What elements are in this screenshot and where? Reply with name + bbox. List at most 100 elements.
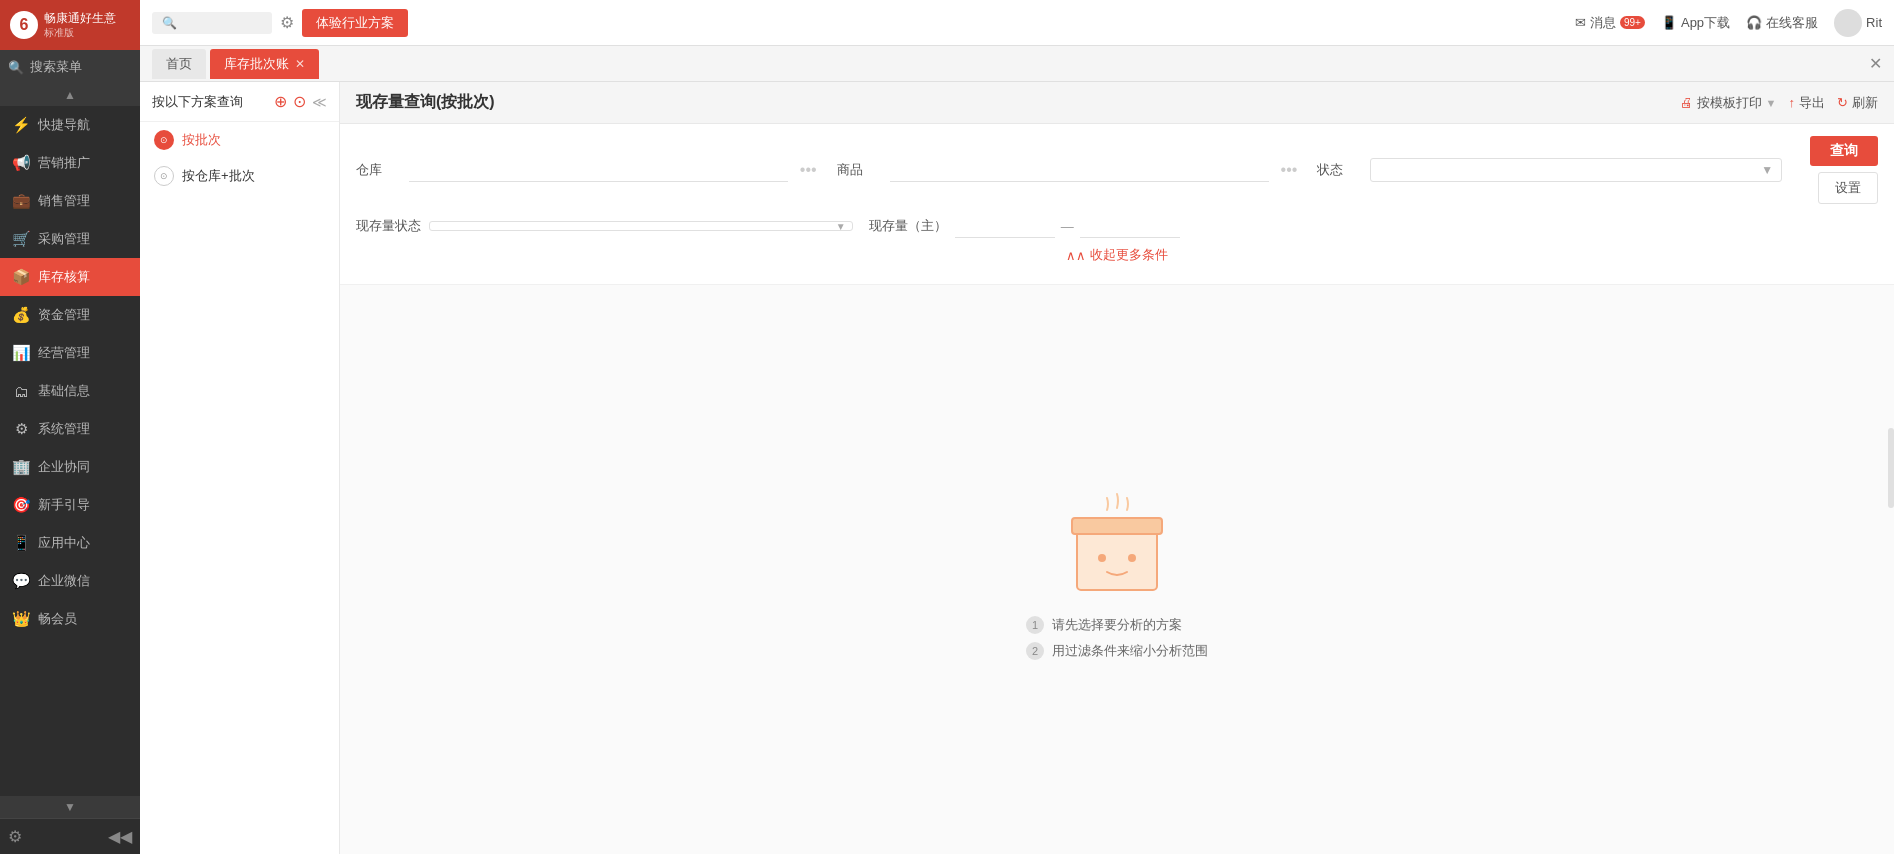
service-icon: 🎧 xyxy=(1746,15,1762,30)
topbar-search-icon: 🔍 xyxy=(162,16,177,30)
warehouse-dots-icon[interactable]: ••• xyxy=(796,161,821,179)
sidebar-item-wechat[interactable]: 💬 企业微信 xyxy=(0,562,140,600)
inventory-status-select[interactable]: ▼ xyxy=(429,221,853,231)
goods-dots-icon[interactable]: ••• xyxy=(1277,161,1302,179)
sidebar-scroll-down[interactable]: ▼ xyxy=(0,796,140,818)
add-plan-icon[interactable]: ⊕ xyxy=(274,92,287,111)
appstore-icon: 📱 xyxy=(12,534,30,552)
tab-bar-close-icon[interactable]: ✕ xyxy=(1869,54,1882,73)
app-download-item[interactable]: 📱 App下载 xyxy=(1661,14,1730,32)
sidebar-item-system[interactable]: ⚙ 系统管理 xyxy=(0,410,140,448)
goods-field: 商品 ••• xyxy=(837,158,1302,182)
inventory-qty-label: 现存量（主） xyxy=(869,217,947,235)
collapse-left-icon[interactable]: ≪ xyxy=(312,94,327,110)
right-panel: 现存量查询(按批次) 🖨 按模板打印 ▼ ↑ 导出 ↻ 刷新 xyxy=(340,82,1894,854)
filter-rows: 仓库 ••• 商品 ••• 状态 xyxy=(356,136,1878,238)
refresh-button[interactable]: ↻ 刷新 xyxy=(1837,94,1878,112)
topbar-right: ✉ 消息 99+ 📱 App下载 🎧 在线客服 Rit xyxy=(1575,9,1882,37)
filter-row-1: 仓库 ••• 商品 ••• 状态 xyxy=(356,136,1878,204)
inventory-qty-max[interactable] xyxy=(1080,214,1180,238)
sidebar-header: 6 畅康通好生意 标准版 xyxy=(0,0,140,50)
main-area: 🔍 ⚙ 体验行业方案 ✉ 消息 99+ 📱 App下载 🎧 在线客服 Rit xyxy=(140,0,1894,854)
status-select[interactable]: ▼ xyxy=(1370,158,1782,182)
left-panel-actions: ⊕ ⊙ ≪ xyxy=(274,92,327,111)
filter-fields: 仓库 ••• 商品 ••• 状态 xyxy=(356,136,1878,238)
scroll-indicator[interactable] xyxy=(1888,428,1894,508)
sidebar-item-member[interactable]: 👑 畅会员 xyxy=(0,600,140,638)
enterprise-icon: 🏢 xyxy=(12,458,30,476)
operation-icon: 📊 xyxy=(12,344,30,362)
filter-action-buttons: 查询 设置 xyxy=(1810,136,1878,204)
svg-point-2 xyxy=(1098,554,1106,562)
collapse-filters-button[interactable]: ∧∧ 收起更多条件 xyxy=(356,238,1878,272)
inventory-status-label: 现存量状态 xyxy=(356,217,421,235)
system-icon: ⚙ xyxy=(12,420,30,438)
empty-state: 1 请先选择要分析的方案 2 用过滤条件来缩小分析范围 xyxy=(340,285,1894,854)
sidebar-item-quick-nav[interactable]: ⚡ 快捷导航 xyxy=(0,106,140,144)
inventory-qty-range: — xyxy=(955,214,1366,238)
print-button[interactable]: 🖨 按模板打印 ▼ xyxy=(1680,94,1777,112)
sidebar-item-appstore[interactable]: 📱 应用中心 xyxy=(0,524,140,562)
settings-bottom-icon[interactable]: ⚙ xyxy=(8,827,22,846)
sidebar-search-item[interactable]: 🔍 搜索菜单 xyxy=(0,50,140,84)
settings-button[interactable]: 设置 xyxy=(1818,172,1878,204)
svg-rect-1 xyxy=(1072,518,1162,534)
topbar-gear-icon[interactable]: ⚙ xyxy=(280,13,294,32)
plan-warehouse-batch[interactable]: ⊙ 按仓库+批次 xyxy=(140,158,339,194)
tab-home[interactable]: 首页 xyxy=(152,49,206,79)
collapse-icon: ∧∧ xyxy=(1066,248,1086,263)
topbar-search-box[interactable]: 🔍 xyxy=(152,12,272,34)
sidebar: 6 畅康通好生意 标准版 🔍 搜索菜单 ▲ ⚡ 快捷导航 📢 营销推广 💼 销售… xyxy=(0,0,140,854)
sidebar-item-basic[interactable]: 🗂 基础信息 xyxy=(0,372,140,410)
sidebar-item-marketing[interactable]: 📢 营销推广 xyxy=(0,144,140,182)
user-profile[interactable]: Rit xyxy=(1834,9,1882,37)
page-title: 现存量查询(按批次) xyxy=(356,92,495,113)
tab-bar: 首页 库存批次账 ✕ ✕ xyxy=(140,46,1894,82)
message-item[interactable]: ✉ 消息 99+ xyxy=(1575,14,1645,32)
inventory-qty-min[interactable] xyxy=(955,214,1055,238)
status-dropdown-icon: ▼ xyxy=(1761,163,1773,177)
message-badge: 99+ xyxy=(1620,16,1645,29)
content-area: 按以下方案查询 ⊕ ⊙ ≪ ⊙ 按批次 ⊙ 按仓库+批次 现存量查询(按批次) xyxy=(140,82,1894,854)
newbie-icon: 🎯 xyxy=(12,496,30,514)
filter-area: 仓库 ••• 商品 ••• 状态 xyxy=(340,124,1894,285)
inventory-qty-field: 现存量（主） — xyxy=(869,214,1366,238)
sidebar-item-purchase[interactable]: 🛒 采购管理 xyxy=(0,220,140,258)
export-button[interactable]: ↑ 导出 xyxy=(1789,94,1826,112)
print-dropdown-icon[interactable]: ▼ xyxy=(1766,97,1777,109)
status-label: 状态 xyxy=(1317,161,1362,179)
refresh-icon: ↻ xyxy=(1837,95,1848,110)
export-icon: ↑ xyxy=(1789,95,1796,110)
title-actions: 🖨 按模板打印 ▼ ↑ 导出 ↻ 刷新 xyxy=(1680,94,1878,112)
sidebar-item-finance[interactable]: 💰 资金管理 xyxy=(0,296,140,334)
sidebar-item-inventory[interactable]: 📦 库存核算 xyxy=(0,258,140,296)
hint-num-2: 2 xyxy=(1026,642,1044,660)
sidebar-logo: 6 xyxy=(10,11,38,39)
sidebar-item-operation[interactable]: 📊 经营管理 xyxy=(0,334,140,372)
goods-input[interactable] xyxy=(890,158,1269,182)
tab-close-icon[interactable]: ✕ xyxy=(295,57,305,71)
avatar xyxy=(1834,9,1862,37)
experience-button[interactable]: 体验行业方案 xyxy=(302,9,408,37)
search-icon: 🔍 xyxy=(8,60,24,75)
sidebar-item-sales[interactable]: 💼 销售管理 xyxy=(0,182,140,220)
topbar: 🔍 ⚙ 体验行业方案 ✉ 消息 99+ 📱 App下载 🎧 在线客服 Rit xyxy=(140,0,1894,46)
hint-num-1: 1 xyxy=(1026,616,1044,634)
warehouse-input[interactable] xyxy=(409,158,788,182)
service-item[interactable]: 🎧 在线客服 xyxy=(1746,14,1818,32)
sidebar-bottom: ⚙ ◀◀ xyxy=(0,818,140,854)
plan-batch[interactable]: ⊙ 按批次 xyxy=(140,122,339,158)
sidebar-item-newbie[interactable]: 🎯 新手引导 xyxy=(0,486,140,524)
sidebar-brand: 畅康通好生意 标准版 xyxy=(44,10,116,41)
collapse-sidebar-icon[interactable]: ◀◀ xyxy=(108,827,132,846)
filter-row-2: 现存量状态 ▼ 现存量（主） — xyxy=(356,214,1878,238)
sidebar-nav: ⚡ 快捷导航 📢 营销推广 💼 销售管理 🛒 采购管理 📦 库存核算 💰 资金管… xyxy=(0,106,140,796)
sidebar-item-enterprise[interactable]: 🏢 企业协同 xyxy=(0,448,140,486)
sidebar-scroll-up[interactable]: ▲ xyxy=(0,84,140,106)
empty-hint-2: 2 用过滤条件来缩小分析范围 xyxy=(1026,642,1208,660)
inventory-status-dropdown-icon: ▼ xyxy=(836,221,846,232)
goods-label: 商品 xyxy=(837,161,882,179)
query-button[interactable]: 查询 xyxy=(1810,136,1878,166)
plan-settings-icon[interactable]: ⊙ xyxy=(293,92,306,111)
tab-inventory-batch[interactable]: 库存批次账 ✕ xyxy=(210,49,319,79)
